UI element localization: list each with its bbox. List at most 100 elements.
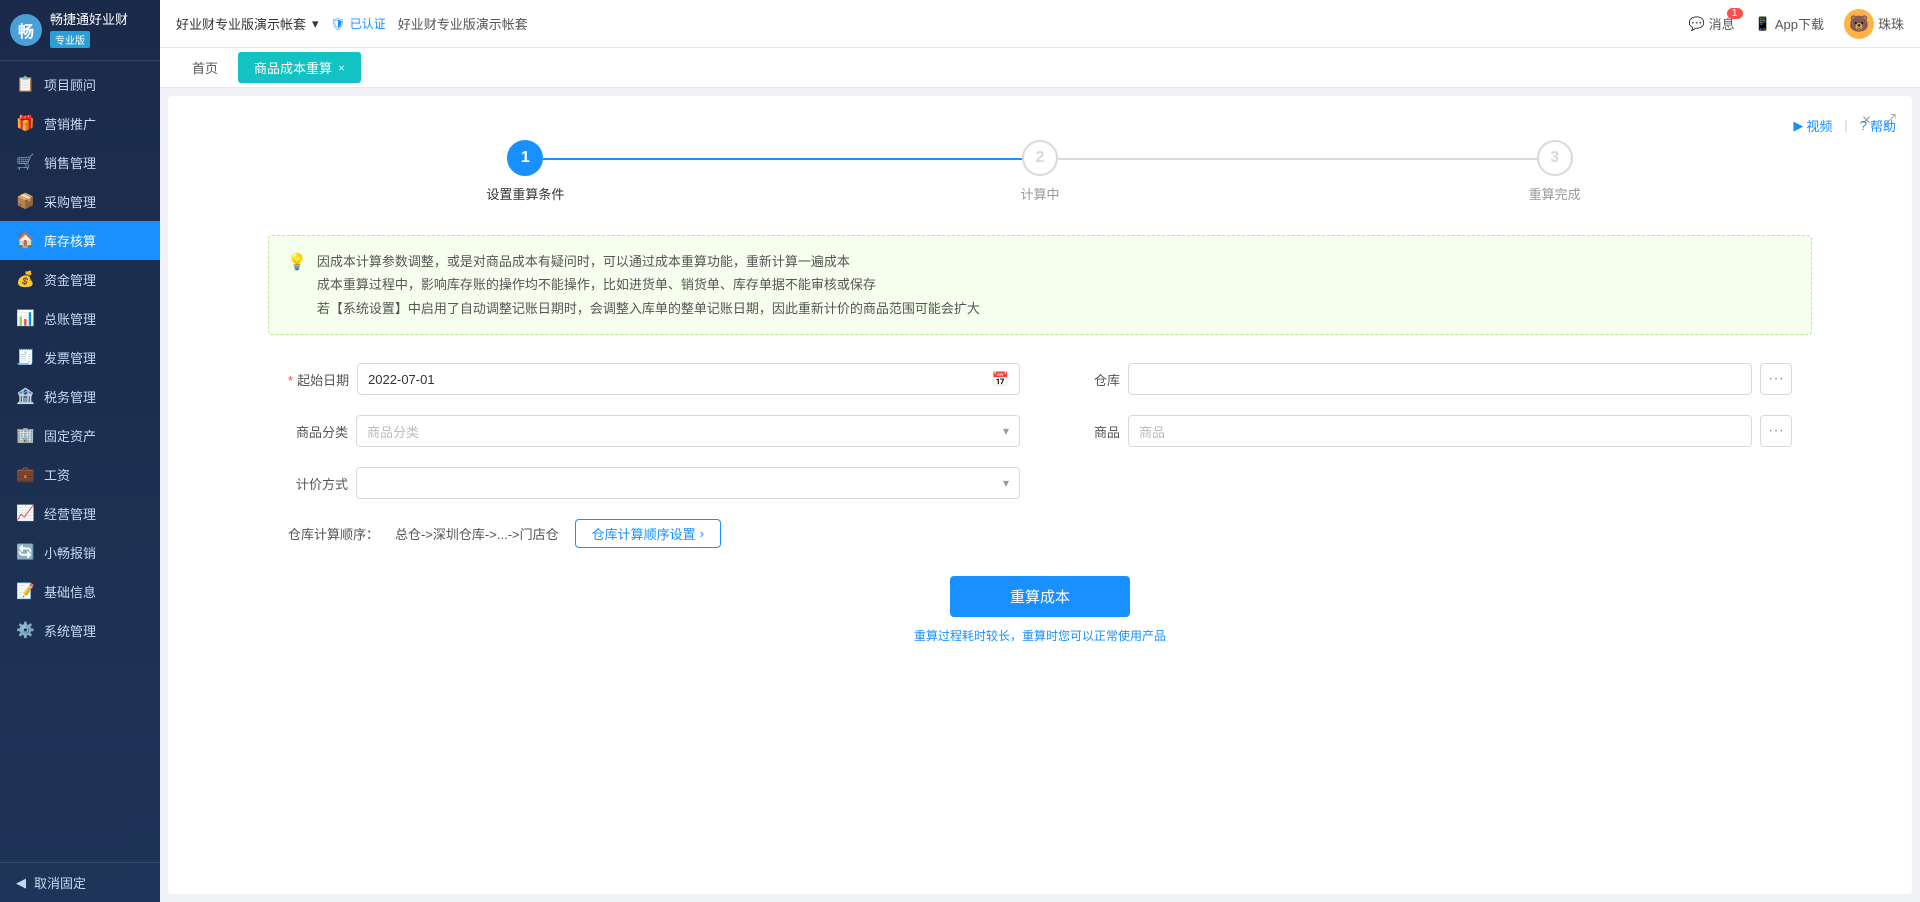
app-download-button[interactable]: 📱 App下载 bbox=[1755, 14, 1824, 33]
sidebar-item-marketing[interactable]: 🎁 营销推广 bbox=[0, 104, 160, 143]
top-header: 好业财专业版演示帐套 ▾ 🛡 已认证 好业财专业版演示帐套 💬 消息 1 📱 A… bbox=[160, 0, 1920, 48]
verified-badge: 🛡 已认证 bbox=[331, 15, 386, 32]
warehouse-select[interactable] bbox=[1128, 363, 1752, 395]
sales-icon: 🛒 bbox=[16, 153, 34, 171]
sidebar-nav: 📋 项目顾问 🎁 营销推广 🛒 销售管理 📦 采购管理 🏠 库存核算 💰 资金管… bbox=[0, 61, 160, 862]
recalc-button[interactable]: 重算成本 bbox=[950, 576, 1130, 617]
category-dropdown-icon: ▾ bbox=[1003, 424, 1009, 438]
marketing-icon: 🎁 bbox=[16, 114, 34, 132]
finance-icon: 💰 bbox=[16, 270, 34, 288]
system-icon: ⚙️ bbox=[16, 621, 34, 639]
content-area: × ⤢ ▶ 视频 | ? 帮助 1 设置重算条件 2 计算中 bbox=[168, 96, 1912, 894]
sidebar-item-label: 项目顾问 bbox=[44, 75, 96, 94]
verified-account-text: 好业财专业版演示帐套 bbox=[398, 14, 528, 33]
recalc-hint: 重算过程耗时较长，重算时您可以正常使用产品 bbox=[208, 627, 1872, 644]
start-date-input[interactable]: 2022-07-01 📅 bbox=[357, 363, 1020, 395]
sidebar-item-purchase[interactable]: 📦 采购管理 bbox=[0, 182, 160, 221]
goods-more-button[interactable]: ··· bbox=[1760, 415, 1792, 447]
sidebar-item-operation[interactable]: 📈 经营管理 bbox=[0, 494, 160, 533]
sidebar-item-project[interactable]: 📋 项目顾问 bbox=[0, 65, 160, 104]
notice-line-1: 因成本计算参数调整，或是对商品成本有疑问时，可以通过成本重算功能，重新计算一遍成… bbox=[317, 250, 980, 273]
sidebar-logo: 畅 畅捷通好业财 专业版 bbox=[0, 0, 160, 61]
sidebar-item-accounting[interactable]: 📊 总账管理 bbox=[0, 299, 160, 338]
category-select[interactable]: 商品分类 ▾ bbox=[356, 415, 1020, 447]
notice-line-3: 若【系统设置】中启用了自动调整记账日期时，会调整入库单的整单记账日期，因此重新计… bbox=[317, 297, 980, 320]
user-name: 珠珠 bbox=[1878, 14, 1904, 33]
sidebar-item-assets[interactable]: 🏢 固定资产 bbox=[0, 416, 160, 455]
sidebar-item-salary[interactable]: 💼 工资 bbox=[0, 455, 160, 494]
phone-icon: 📱 bbox=[1755, 16, 1771, 32]
sidebar: 畅 畅捷通好业财 专业版 📋 项目顾问 🎁 营销推广 🛒 销售管理 📦 采购管理… bbox=[0, 0, 160, 902]
expense-icon: 🔄 bbox=[16, 543, 34, 561]
goods-placeholder: 商品 bbox=[1139, 422, 1165, 441]
start-date-value: 2022-07-01 bbox=[368, 372, 991, 387]
sidebar-item-inventory[interactable]: 🏠 库存核算 bbox=[0, 221, 160, 260]
form-row-1: *起始日期 2022-07-01 📅 仓库 ··· bbox=[288, 363, 1792, 395]
calendar-icon[interactable]: 📅 bbox=[992, 371, 1009, 388]
notice-icon: 💡 bbox=[287, 252, 307, 320]
warehouse-field: 仓库 ··· bbox=[1060, 363, 1792, 395]
message-icon: 💬 bbox=[1688, 16, 1704, 32]
user-profile-button[interactable]: 🐻 珠珠 bbox=[1844, 9, 1904, 39]
goods-select[interactable]: 商品 bbox=[1128, 415, 1752, 447]
start-date-label: *起始日期 bbox=[288, 370, 349, 389]
sidebar-item-label: 营销推广 bbox=[44, 114, 96, 133]
sidebar-item-label: 固定资产 bbox=[44, 426, 96, 445]
sidebar-item-label: 销售管理 bbox=[44, 153, 96, 172]
warehouse-more-button[interactable]: ··· bbox=[1760, 363, 1792, 395]
pricing-dropdown-icon: ▾ bbox=[1003, 476, 1009, 490]
steps-indicator: 1 设置重算条件 2 计算中 3 重算完成 bbox=[208, 120, 1872, 203]
warehouse-order-row: 仓库计算顺序： 总仓->深圳仓库->...->门店仓 仓库计算顺序设置 › bbox=[288, 519, 1792, 548]
project-icon: 📋 bbox=[16, 75, 34, 93]
pricing-field: 计价方式 ▾ bbox=[288, 467, 1020, 499]
help-label: 帮助 bbox=[1870, 116, 1896, 135]
sidebar-item-label: 库存核算 bbox=[44, 231, 96, 250]
sidebar-item-finance[interactable]: 💰 资金管理 bbox=[0, 260, 160, 299]
operation-icon: 📈 bbox=[16, 504, 34, 522]
purchase-icon: 📦 bbox=[16, 192, 34, 210]
basic-icon: 📝 bbox=[16, 582, 34, 600]
sidebar-item-sales[interactable]: 🛒 销售管理 bbox=[0, 143, 160, 182]
goods-label: 商品 bbox=[1060, 422, 1120, 441]
sidebar-item-label: 发票管理 bbox=[44, 348, 96, 367]
sidebar-item-basic[interactable]: 📝 基础信息 bbox=[0, 572, 160, 611]
notice-content: 因成本计算参数调整，或是对商品成本有疑问时，可以通过成本重算功能，重新计算一遍成… bbox=[317, 250, 980, 320]
sidebar-item-label: 采购管理 bbox=[44, 192, 96, 211]
unpin-icon: ◀ bbox=[16, 875, 26, 891]
notice-line-2: 成本重算过程中，影响库存账的操作均不能操作，比如进货单、销货单、库存单据不能审核… bbox=[317, 273, 980, 296]
sidebar-item-label: 经营管理 bbox=[44, 504, 96, 523]
verified-label: 已认证 bbox=[350, 15, 386, 32]
sidebar-item-label: 小畅报销 bbox=[44, 543, 96, 562]
tab-home[interactable]: 首页 bbox=[176, 52, 234, 83]
sidebar-item-label: 工资 bbox=[44, 465, 70, 484]
app-name: 畅捷通好业财 bbox=[50, 12, 128, 29]
goods-field: 商品 商品 ··· bbox=[1060, 415, 1792, 447]
step-2: 2 计算中 bbox=[783, 140, 1298, 203]
notification-badge: 1 bbox=[1727, 8, 1743, 19]
header-right: 💬 消息 1 📱 App下载 🐻 珠珠 bbox=[1688, 9, 1904, 39]
sidebar-item-invoice[interactable]: 🧾 发票管理 bbox=[0, 338, 160, 377]
account-selector[interactable]: 好业财专业版演示帐套 ▾ bbox=[176, 14, 319, 33]
active-tab-label: 商品成本重算 bbox=[254, 58, 332, 77]
sidebar-item-label: 系统管理 bbox=[44, 621, 96, 640]
sidebar-item-system[interactable]: ⚙️ 系统管理 bbox=[0, 611, 160, 650]
warehouse-label: 仓库 bbox=[1060, 370, 1120, 389]
warehouse-order-setting-button[interactable]: 仓库计算顺序设置 › bbox=[575, 519, 721, 548]
step-1: 1 设置重算条件 bbox=[268, 140, 783, 203]
chevron-right-icon: › bbox=[700, 526, 704, 541]
warehouse-order-value: 总仓->深圳仓库->...->门店仓 bbox=[395, 524, 559, 543]
step-1-circle: 1 bbox=[507, 140, 543, 176]
sidebar-item-expense[interactable]: 🔄 小畅报销 bbox=[0, 533, 160, 572]
tab-cost-recalc[interactable]: 商品成本重算 × bbox=[238, 52, 361, 83]
tab-close-icon[interactable]: × bbox=[338, 61, 345, 75]
sidebar-unpin-button[interactable]: ◀ 取消固定 bbox=[0, 862, 160, 902]
start-date-field: *起始日期 2022-07-01 📅 bbox=[288, 363, 1020, 395]
edition-badge: 专业版 bbox=[50, 31, 90, 48]
main-area: 好业财专业版演示帐套 ▾ 🛡 已认证 好业财专业版演示帐套 💬 消息 1 📱 A… bbox=[160, 0, 1920, 902]
message-button[interactable]: 💬 消息 1 bbox=[1688, 14, 1734, 33]
pricing-select[interactable]: ▾ bbox=[356, 467, 1020, 499]
invoice-icon: 🧾 bbox=[16, 348, 34, 366]
sidebar-item-tax[interactable]: 🏦 税务管理 bbox=[0, 377, 160, 416]
warehouse-order-label: 仓库计算顺序： bbox=[288, 524, 379, 543]
step-3-circle: 3 bbox=[1537, 140, 1573, 176]
